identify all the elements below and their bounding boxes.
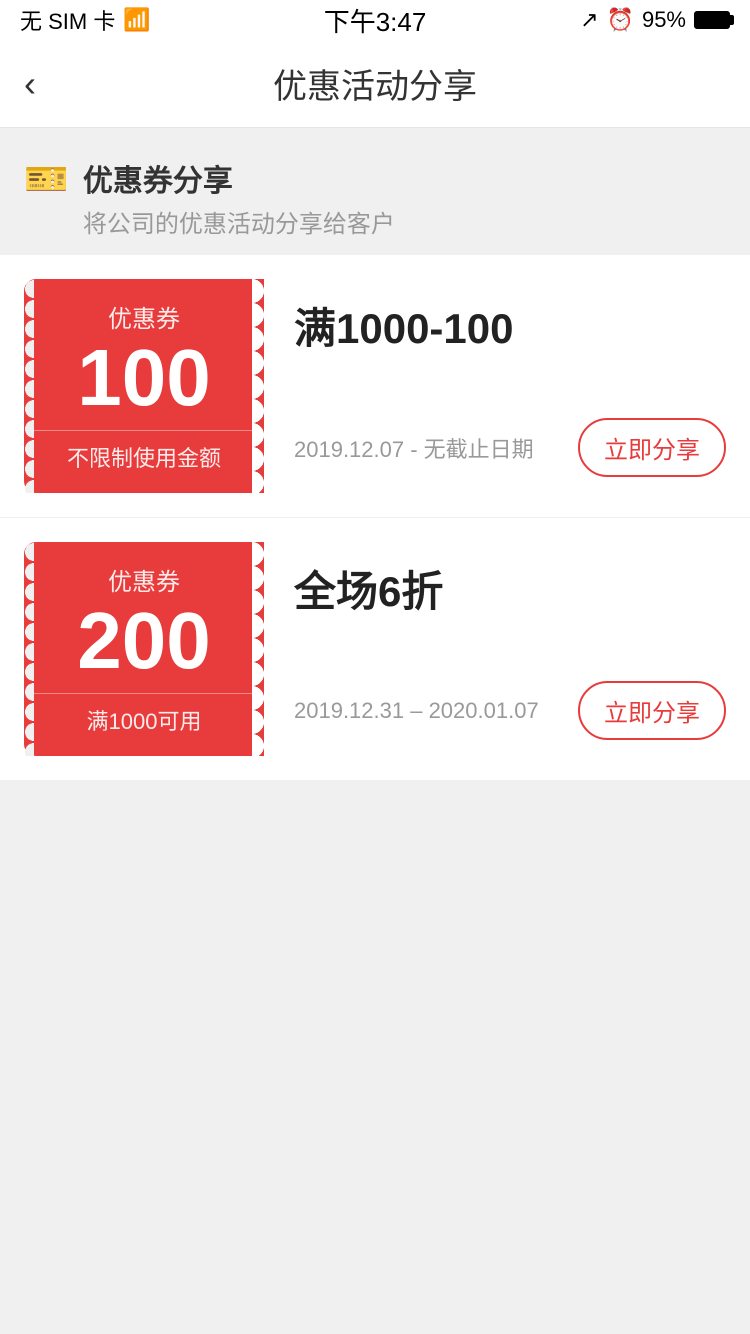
coupon-left-2: 优惠券 200 满1000可用 <box>24 542 264 756</box>
status-time: 下午3:47 <box>324 2 427 39</box>
coupon-meta-1: 2019.12.07 - 无截止日期 立即分享 <box>294 418 726 477</box>
coupon-date-2: 2019.12.31 – 2020.01.07 <box>294 698 539 724</box>
coupon-date-1: 2019.12.07 - 无截止日期 <box>294 432 534 464</box>
coupon-divider-2 <box>34 693 254 694</box>
section-header: 🎫 优惠券分享 将公司的优惠活动分享给客户 <box>0 128 750 255</box>
page-title: 优惠活动分享 <box>273 59 477 108</box>
alarm-icon: ⏰ <box>607 7 634 33</box>
section-subtitle: 将公司的优惠活动分享给客户 <box>83 204 395 239</box>
coupon-value-2: 200 <box>77 601 210 681</box>
coupon-meta-2: 2019.12.31 – 2020.01.07 立即分享 <box>294 681 726 740</box>
coupon-divider-1 <box>34 430 254 431</box>
status-right: ↗ ⏰ 95% <box>580 7 730 33</box>
section-title: 优惠券分享 <box>83 156 395 200</box>
battery-percent: 95% <box>642 7 686 33</box>
coupon-right-2: 全场6折 2019.12.31 – 2020.01.07 立即分享 <box>264 542 726 756</box>
coupon-condition-2: 满1000可用 <box>87 704 202 736</box>
coupon-left-1: 优惠券 100 不限制使用金额 <box>24 279 264 493</box>
back-button[interactable]: ‹ <box>24 63 36 105</box>
status-left: 无 SIM 卡 📶 <box>20 4 151 36</box>
section-icon: 🎫 <box>24 158 69 200</box>
coupon-name-2: 全场6折 <box>294 558 726 619</box>
coupon-label-1: 优惠券 <box>108 299 180 334</box>
coupon-item: 优惠券 100 不限制使用金额 满1000-100 2019.12.07 - 无… <box>0 255 750 518</box>
status-bar: 无 SIM 卡 📶 下午3:47 ↗ ⏰ 95% <box>0 0 750 40</box>
coupon-item: 优惠券 200 满1000可用 全场6折 2019.12.31 – 2020.0… <box>0 518 750 780</box>
carrier-text: 无 SIM 卡 <box>20 4 115 36</box>
wifi-icon: 📶 <box>123 7 150 33</box>
back-icon: ‹ <box>24 63 36 105</box>
empty-space <box>0 780 750 1280</box>
section-text: 优惠券分享 将公司的优惠活动分享给客户 <box>83 156 395 239</box>
coupon-right-1: 满1000-100 2019.12.07 - 无截止日期 立即分享 <box>264 279 726 493</box>
coupon-name-1: 满1000-100 <box>294 295 726 356</box>
battery-icon <box>694 11 730 29</box>
coupon-list: 优惠券 100 不限制使用金额 满1000-100 2019.12.07 - 无… <box>0 255 750 780</box>
share-button-1[interactable]: 立即分享 <box>578 418 726 477</box>
nav-bar: ‹ 优惠活动分享 <box>0 40 750 128</box>
location-icon: ↗ <box>580 7 598 33</box>
coupon-label-2: 优惠券 <box>108 562 180 597</box>
share-button-2[interactable]: 立即分享 <box>578 681 726 740</box>
coupon-value-1: 100 <box>77 338 210 418</box>
coupon-condition-1: 不限制使用金额 <box>67 441 221 473</box>
